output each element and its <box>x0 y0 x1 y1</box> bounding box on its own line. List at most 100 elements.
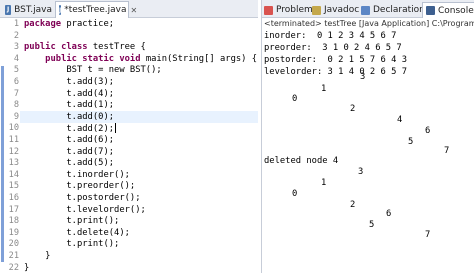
tree-node: 4 <box>397 115 403 125</box>
code-text: t.levelorder(); <box>24 204 146 215</box>
line-number: 7 <box>13 88 19 99</box>
code-line[interactable]: public class testTree { <box>24 42 146 52</box>
at-sign-icon <box>312 5 321 15</box>
code-line[interactable]: t.add(7); <box>24 147 114 157</box>
code-text: t.add(2); <box>24 124 115 135</box>
keyword: public static void <box>24 53 141 64</box>
code-text: t.add(3); <box>24 77 115 87</box>
code-text: t.add(0); <box>24 111 115 122</box>
code-line[interactable]: t.add(3); <box>24 77 114 87</box>
tree-node: 6 <box>425 126 431 136</box>
line-number: 16 <box>8 193 19 203</box>
line-number: 4 <box>13 53 19 64</box>
line-number: 15 <box>8 181 19 192</box>
line-number: 17 <box>8 204 19 215</box>
code-line[interactable]: t.add(1); <box>24 100 114 110</box>
code-line[interactable]: t.delete(4); <box>24 228 130 238</box>
line-number: 10 <box>8 123 19 134</box>
code-line[interactable]: BST t = new BST(); <box>24 65 162 76</box>
line-number: 12 <box>8 146 19 157</box>
code-line[interactable]: package practice; <box>24 19 114 29</box>
code-text: } <box>24 262 30 273</box>
java-file-icon: J <box>5 4 12 15</box>
tree-node: 5 <box>408 137 414 147</box>
code-line[interactable]: } <box>24 263 29 273</box>
tab-javadoc[interactable]: Javadoc <box>312 2 359 18</box>
code-text: testTree { <box>87 42 146 53</box>
declaration-icon <box>361 5 370 15</box>
code-line[interactable]: t.add(2); <box>24 123 117 135</box>
code-editor[interactable]: J BST.java J *testTree.java ✕ 1234567891… <box>0 0 258 273</box>
code-text: t.add(6); <box>24 135 115 145</box>
code-text: t.postorder(); <box>24 193 141 203</box>
line-number: 21 <box>8 251 19 261</box>
levelorder-output: levelorder: 3 1 4 0 2 6 5 7 <box>264 67 407 77</box>
code-line[interactable]: t.levelorder(); <box>24 204 146 215</box>
code-line[interactable]: t.add(0); <box>24 112 114 122</box>
tab-console[interactable]: Console ✕ <box>422 2 474 18</box>
console-icon <box>426 6 435 15</box>
tab-problems[interactable]: Problems <box>264 2 317 18</box>
code-line[interactable]: t.print(); <box>24 216 119 226</box>
line-number: 19 <box>8 227 19 238</box>
code-text: t.add(1); <box>24 100 115 111</box>
java-file-icon: J <box>59 5 62 15</box>
tree-node: 7 <box>425 230 431 240</box>
line-number: 8 <box>13 100 19 111</box>
tab-label: Declaration <box>373 5 425 15</box>
code-text: t.print(); <box>24 239 120 250</box>
code-text: main(String[] args) { <box>140 53 258 64</box>
tab-label: *testTree.java <box>64 5 127 15</box>
tab-declaration[interactable]: Declaration <box>361 2 425 18</box>
keyword: public class <box>24 42 88 53</box>
tree-node: 2 <box>350 104 356 114</box>
inorder-output: inorder: 0 1 2 3 4 5 6 7 <box>264 31 397 41</box>
code-text: t.print(); <box>24 216 120 227</box>
line-number: 14 <box>8 169 19 180</box>
tab-label: Javadoc <box>324 5 360 15</box>
code-text: BST t = new BST(); <box>24 65 162 76</box>
tab-label: Console <box>438 5 474 16</box>
code-text: t.preorder(); <box>24 181 136 192</box>
deleted-node-message: deleted node 4 <box>264 156 339 166</box>
line-number: 6 <box>13 77 19 87</box>
line-number: 18 <box>8 216 19 227</box>
line-number: 13 <box>8 158 19 169</box>
code-line[interactable]: t.add(5); <box>24 158 114 168</box>
preorder-output: preorder: 3 1 0 2 4 6 5 7 <box>264 43 402 53</box>
console-view[interactable]: Problems Javadoc Declaration Console ✕ <… <box>261 0 474 273</box>
terminated-label: <terminated> testTree [Java Application]… <box>264 19 474 28</box>
tree-node: 1 <box>321 178 327 188</box>
editor-tab-bar: J BST.java J *testTree.java ✕ <box>0 0 258 18</box>
code-line[interactable]: t.add(4); <box>24 89 114 99</box>
tab-label: BST.java <box>14 4 52 15</box>
code-text: t.add(4); <box>24 88 115 99</box>
code-line[interactable]: t.postorder(); <box>24 193 141 203</box>
line-number: 3 <box>13 42 19 53</box>
code-text: t.add(7); <box>24 146 115 157</box>
code-line[interactable]: t.print(); <box>24 239 119 249</box>
problems-icon <box>264 5 273 15</box>
line-number: 5 <box>13 65 19 76</box>
tree-node: 2 <box>350 200 356 210</box>
line-number: 1 <box>13 19 19 29</box>
code-line[interactable]: t.add(6); <box>24 135 114 145</box>
tab-testtree-java[interactable]: J *testTree.java ✕ <box>55 1 137 18</box>
line-number: 9 <box>13 111 19 122</box>
code-line[interactable]: t.inorder(); <box>24 170 130 180</box>
code-text: t.add(5); <box>24 158 115 169</box>
keyword: package <box>24 19 62 29</box>
tree-node: 3 <box>358 167 364 177</box>
tree-node: 6 <box>386 209 392 219</box>
code-line[interactable]: } <box>24 251 50 261</box>
line-number: 22 <box>8 262 19 273</box>
close-icon[interactable]: ✕ <box>131 6 138 15</box>
tree-node: 7 <box>444 146 450 156</box>
tree-node: 0 <box>292 94 298 104</box>
tab-bst-java[interactable]: J BST.java <box>2 1 52 18</box>
line-number: 20 <box>8 239 19 250</box>
tree-node: 1 <box>321 84 327 94</box>
code-line[interactable]: public static void main(String[] args) { <box>24 54 257 64</box>
tree-node: 3 <box>360 72 366 82</box>
code-line[interactable]: t.preorder(); <box>24 181 135 191</box>
